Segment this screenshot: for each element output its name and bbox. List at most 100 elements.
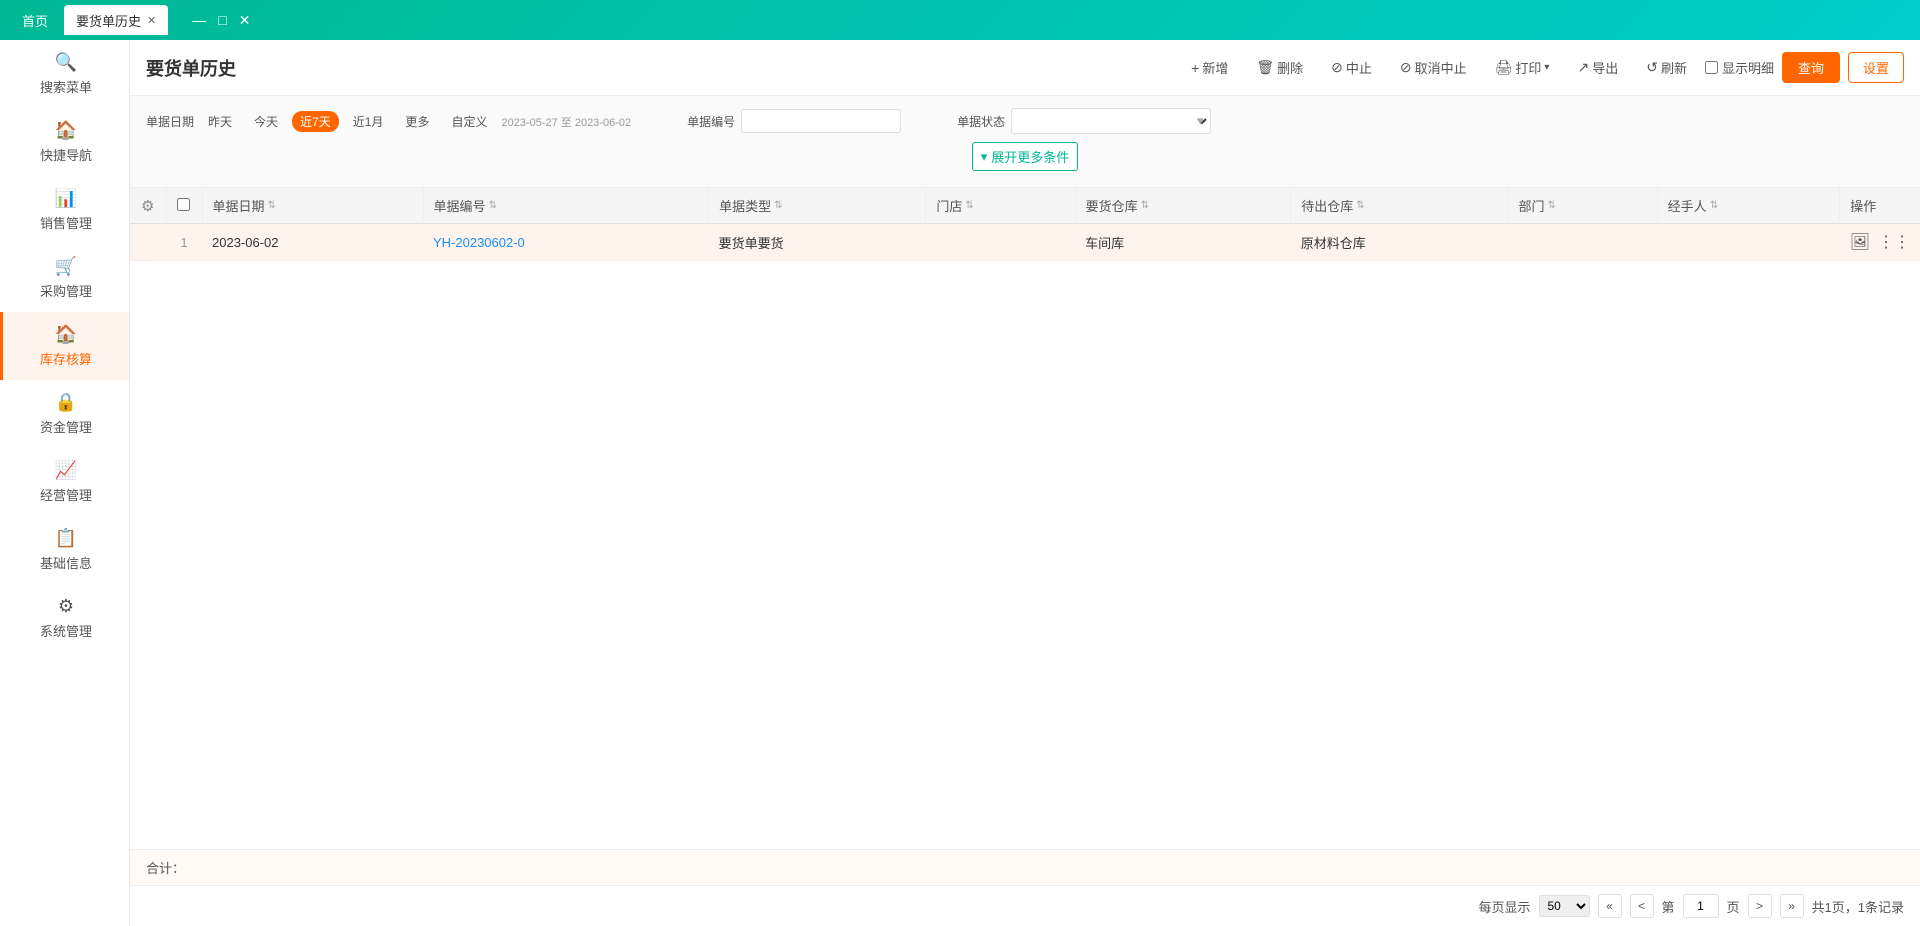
date-filter-group: 单据日期 昨天 今天 近7天 近1月 更多 自定义 2023-05-27 至 2… (146, 111, 631, 132)
inventory-icon: 🏠 (55, 324, 77, 345)
sort-store-icon: ⇅ (965, 200, 973, 211)
sort-req-warehouse[interactable]: 要货仓库 ⇅ (1086, 196, 1281, 215)
quick-nav-icon: 🏠 (55, 120, 77, 141)
status-filter-group: 单据状态 ▾ (957, 108, 1904, 134)
status-select[interactable] (1011, 108, 1211, 134)
th-doc-type: 单据类型 ⇅ (709, 188, 926, 224)
expand-conditions-btn[interactable]: ▾ 展开更多条件 (972, 142, 1079, 171)
sort-doc-no[interactable]: 单据编号 ⇅ (434, 196, 699, 215)
sidebar-item-purchase-mgmt[interactable]: 🛒 采购管理 (0, 244, 129, 312)
doc-no-link[interactable]: YH-20230602-0 (433, 235, 525, 250)
sort-pending-warehouse[interactable]: 待出仓库 ⇅ (1301, 196, 1497, 215)
doc-no-input[interactable] (741, 109, 901, 133)
maximize-btn[interactable]: □ (218, 12, 226, 29)
export-icon: ↗ (1577, 59, 1589, 76)
first-page-btn[interactable]: « (1598, 894, 1622, 918)
finance-icon: 🔒 (55, 392, 77, 413)
sidebar-item-ops-mgmt[interactable]: 📈 经营管理 (0, 448, 129, 516)
sort-store[interactable]: 门店 ⇅ (936, 196, 1064, 215)
sort-doc-type[interactable]: 单据类型 ⇅ (719, 196, 915, 215)
row-handler (1657, 224, 1840, 261)
sidebar-item-finance-mgmt[interactable]: 🔒 资金管理 (0, 380, 129, 448)
print-button[interactable]: 🖨 打印 ▾ (1485, 53, 1560, 82)
table-footer: 合计： (130, 849, 1920, 885)
query-button[interactable]: 查询 (1782, 52, 1840, 83)
sidebar-item-inventory[interactable]: 🏠 库存核算 (0, 312, 129, 380)
row-more-icon[interactable]: ⋮⋮ (1878, 232, 1910, 252)
sidebar-item-inventory-label: 库存核算 (40, 349, 92, 368)
sort-handler[interactable]: 经手人 ⇅ (1668, 196, 1830, 215)
per-page-select[interactable]: 50 100 200 (1539, 895, 1590, 917)
sort-doc-no-icon: ⇅ (489, 200, 497, 211)
select-all-checkbox[interactable] (177, 198, 190, 211)
add-button[interactable]: + 新增 (1181, 53, 1238, 82)
th-department: 部门 ⇅ (1508, 188, 1657, 224)
tab-close-icon[interactable]: ✕ (147, 14, 156, 27)
delete-button[interactable]: 🗑 删除 (1246, 53, 1313, 82)
toolbar: + 新增 🗑 删除 ⊘ 中止 ⊘ 取消中止 🖨 打印 (1181, 52, 1904, 83)
sidebar-item-sys-mgmt[interactable]: ⚙ 系统管理 (0, 584, 129, 652)
next-page-btn[interactable]: > (1748, 894, 1772, 918)
print-dropdown-icon: ▾ (1544, 62, 1549, 73)
row-department (1508, 224, 1657, 261)
sidebar-item-sys-label: 系统管理 (40, 621, 92, 640)
date-label: 单据日期 (146, 113, 194, 130)
date-chip-today[interactable]: 今天 (246, 111, 286, 132)
last-page-btn[interactable]: » (1780, 894, 1804, 918)
date-chip-1month[interactable]: 近1月 (345, 111, 392, 132)
th-doc-no: 单据编号 ⇅ (423, 188, 709, 224)
minimize-btn[interactable]: — (192, 12, 206, 29)
stop-button[interactable]: ⊘ 中止 (1321, 53, 1382, 82)
prev-page-btn[interactable]: < (1630, 894, 1654, 918)
row-doc-date: 2023-06-02 (202, 224, 423, 261)
row-store (926, 224, 1075, 261)
page-prefix-label: 第 (1662, 897, 1675, 916)
page-input[interactable] (1683, 894, 1719, 918)
row-view-icon[interactable]: 🖼 (1850, 232, 1870, 252)
status-dropdown-icon: ▾ (1197, 113, 1204, 129)
basic-info-icon: 📋 (55, 528, 77, 549)
settings-button[interactable]: 设置 (1848, 52, 1904, 83)
show-detail-checkbox[interactable]: 显示明细 (1705, 58, 1774, 77)
expand-icon: ▾ (981, 149, 988, 165)
th-doc-date: 单据日期 ⇅ (202, 188, 423, 224)
table-row: 1 2023-06-02 YH-20230602-0 要货单要货 车间库 原材料… (130, 224, 1920, 261)
filter-row-expand: ▾ 展开更多条件 (146, 142, 1904, 171)
sidebar-item-search-menu[interactable]: 🔍 搜索菜单 (0, 40, 129, 108)
page-title: 要货单历史 (146, 55, 1181, 81)
sidebar-item-basic-info[interactable]: 📋 基础信息 (0, 516, 129, 584)
sidebar-item-purchase-label: 采购管理 (40, 281, 92, 300)
window-controls: — □ ✕ (192, 12, 250, 29)
doc-no-filter-group: 单据编号 (687, 109, 901, 133)
sort-doc-date[interactable]: 单据日期 ⇅ (213, 196, 413, 215)
date-chip-7days[interactable]: 近7天 (292, 111, 339, 132)
row-doc-no: YH-20230602-0 (423, 224, 709, 261)
sort-department[interactable]: 部门 ⇅ (1518, 196, 1646, 215)
export-button[interactable]: ↗ 导出 (1567, 53, 1628, 82)
show-detail-input[interactable] (1705, 61, 1718, 74)
add-icon: + (1191, 60, 1199, 76)
sidebar-item-quick-nav[interactable]: 🏠 快捷导航 (0, 108, 129, 176)
per-page-label: 每页显示 (1478, 897, 1530, 916)
th-store: 门店 ⇅ (926, 188, 1075, 224)
refresh-button[interactable]: ↺ 刷新 (1636, 53, 1697, 82)
close-btn[interactable]: ✕ (239, 12, 251, 29)
date-chip-yesterday[interactable]: 昨天 (200, 111, 240, 132)
tab-requisition-history[interactable]: 要货单历史 ✕ (64, 5, 168, 35)
filter-area: 单据日期 昨天 今天 近7天 近1月 更多 自定义 2023-05-27 至 2… (130, 96, 1920, 188)
tab-home-label: 首页 (22, 11, 48, 30)
cancel-stop-button[interactable]: ⊘ 取消中止 (1390, 53, 1477, 82)
sidebar-item-sales-mgmt[interactable]: 📊 销售管理 (0, 176, 129, 244)
tab-home[interactable]: 首页 (10, 5, 60, 35)
row-operation: 🖼 ⋮⋮ (1840, 224, 1920, 261)
column-settings-icon[interactable]: ⚙ (141, 198, 154, 215)
th-checkbox (166, 188, 202, 224)
purchase-icon: 🛒 (55, 256, 77, 277)
sidebar-item-basic-label: 基础信息 (40, 553, 92, 572)
sidebar-item-finance-label: 资金管理 (40, 417, 92, 436)
delete-icon: 🗑 (1256, 59, 1274, 76)
date-chip-custom[interactable]: 自定义 (443, 111, 495, 132)
date-chip-more[interactable]: 更多 (397, 111, 437, 132)
sort-doc-type-icon: ⇅ (774, 200, 782, 211)
summary-label: 合计： (146, 858, 185, 877)
